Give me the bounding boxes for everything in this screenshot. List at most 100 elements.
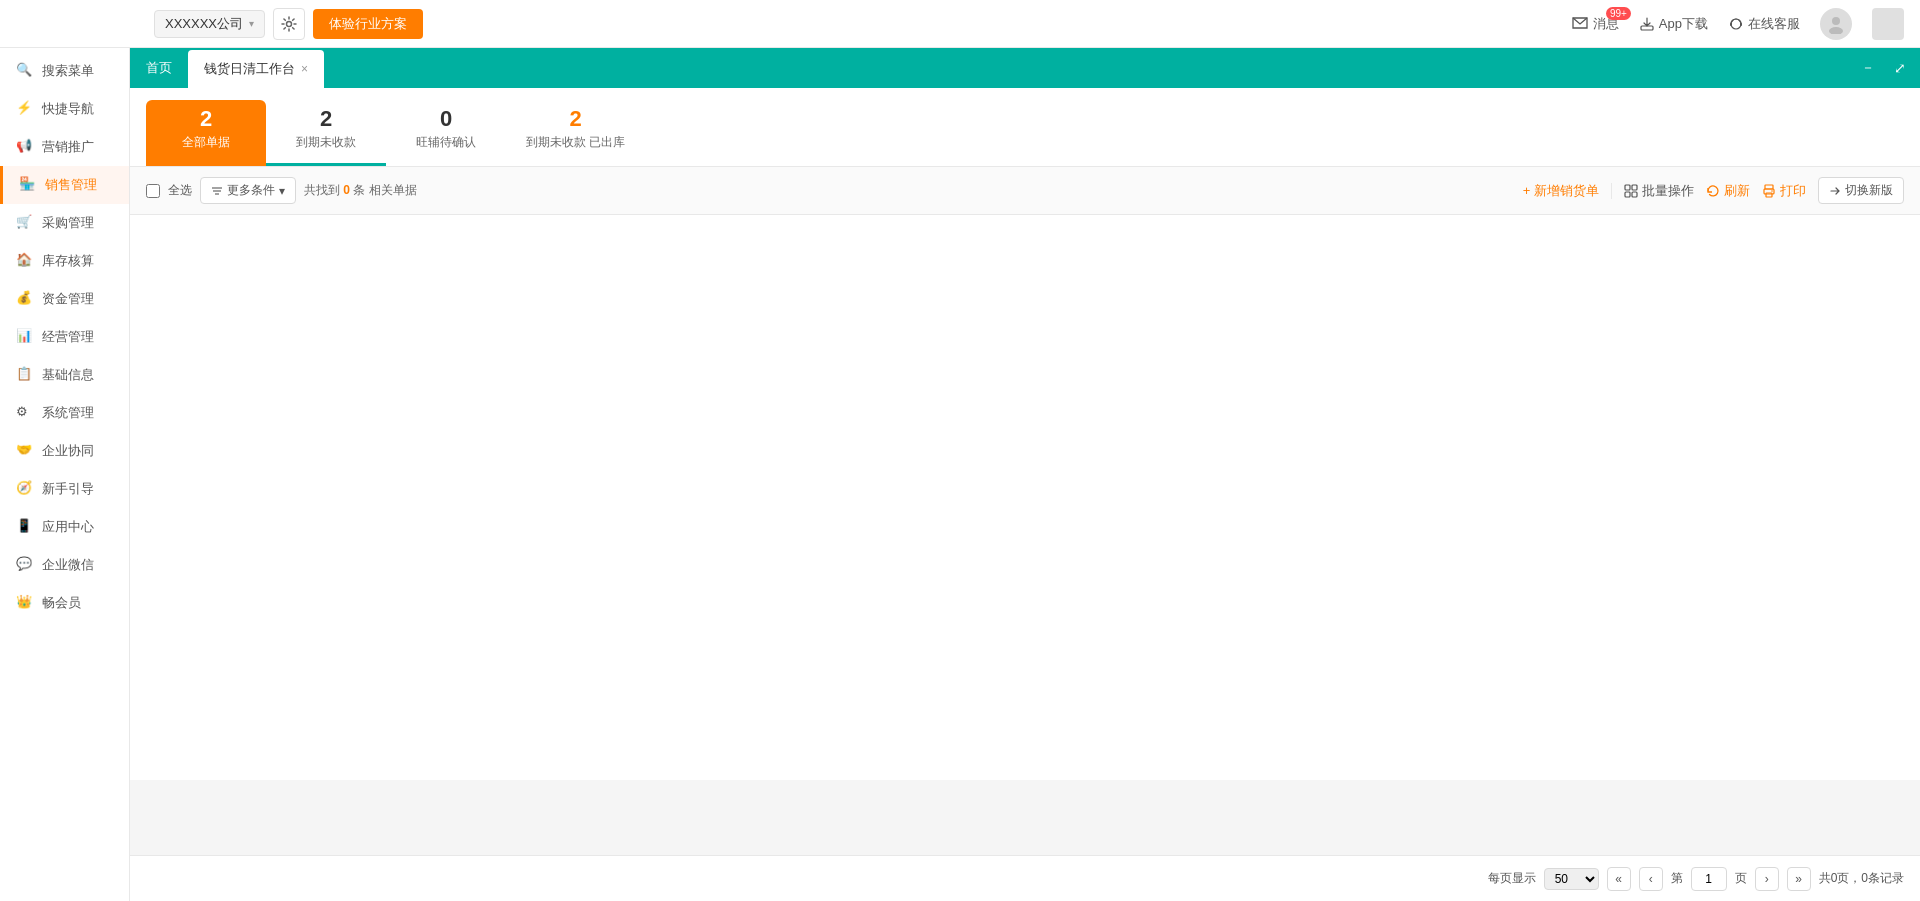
sidebar-item-system[interactable]: ⚙ 系统管理 xyxy=(0,394,129,432)
toolbar-divider xyxy=(1611,183,1612,199)
filter-button[interactable]: 更多条件 ▾ xyxy=(200,177,296,204)
sidebar-label-app-center: 应用中心 xyxy=(42,518,94,536)
sidebar-item-wechat[interactable]: 💬 企业微信 xyxy=(0,546,129,584)
found-text: 共找到 0 条 相关单据 xyxy=(304,182,417,199)
sidebar-item-search-menu[interactable]: 🔍 搜索菜单 xyxy=(0,52,129,90)
next-page-button[interactable]: › xyxy=(1755,867,1779,891)
sidebar-item-cooperation[interactable]: 🤝 企业协同 xyxy=(0,432,129,470)
print-label: 打印 xyxy=(1780,182,1806,200)
user-menu[interactable] xyxy=(1872,8,1904,40)
prev-page-button[interactable]: ‹ xyxy=(1639,867,1663,891)
batch-operation-button[interactable]: 批量操作 xyxy=(1624,182,1694,200)
svg-rect-14 xyxy=(1765,185,1773,189)
page-size-select[interactable]: 50 10 20 100 xyxy=(1544,868,1599,890)
online-service-item[interactable]: 在线客服 xyxy=(1728,15,1800,33)
tab-home-label: 首页 xyxy=(146,59,172,77)
sidebar-label-system: 系统管理 xyxy=(42,404,94,422)
sidebar-item-purchase[interactable]: 🛒 采购管理 xyxy=(0,204,129,242)
switch-label: 切换新版 xyxy=(1845,182,1893,199)
stat-tab-all[interactable]: 2 全部单据 xyxy=(146,100,266,166)
shop-icon: 🏪 xyxy=(19,176,37,194)
svg-point-0 xyxy=(287,21,292,26)
user-icon xyxy=(1826,14,1846,34)
tab-minimize-button[interactable]: － xyxy=(1856,56,1880,80)
tab-close-button[interactable]: × xyxy=(301,62,308,76)
gear-icon xyxy=(281,16,297,32)
pagination-bar: 每页显示 50 10 20 100 « ‹ 第 页 › » 共0页，0条记录 xyxy=(130,855,1920,901)
stat-num-all: 2 xyxy=(166,108,246,130)
member-icon: 👑 xyxy=(16,594,34,612)
stat-label-overdue: 到期未收款 xyxy=(286,134,366,151)
stat-num-overdue: 2 xyxy=(286,108,366,130)
stat-tab-wangfu[interactable]: 0 旺辅待确认 xyxy=(386,100,506,166)
money-icon: 💰 xyxy=(16,290,34,308)
app-icon: 📱 xyxy=(16,518,34,536)
settings-button[interactable] xyxy=(273,8,305,40)
sidebar-item-operations[interactable]: 📊 经营管理 xyxy=(0,318,129,356)
sidebar-item-guide[interactable]: 🧭 新手引导 xyxy=(0,470,129,508)
stat-tab-overdue[interactable]: 2 到期未收款 xyxy=(266,100,386,166)
megaphone-icon: 📢 xyxy=(16,138,34,156)
svg-point-17 xyxy=(1771,190,1773,192)
batch-label: 批量操作 xyxy=(1642,182,1694,200)
warehouse-icon: 🏠 xyxy=(16,252,34,270)
content-area: 2 全部单据 2 到期未收款 0 旺辅待确认 2 到期未收款 已出库 全选 xyxy=(130,88,1920,780)
print-button[interactable]: 打印 xyxy=(1762,182,1806,200)
header-right: 消息 99+ App下载 在线客服 xyxy=(1571,8,1904,40)
wechat-icon: 💬 xyxy=(16,556,34,574)
stat-num-wangfu: 0 xyxy=(406,108,486,130)
toolbar-right: + 新增销货单 批量操作 xyxy=(1523,177,1904,204)
guide-icon: 🧭 xyxy=(16,480,34,498)
sidebar-item-basic-info[interactable]: 📋 基础信息 xyxy=(0,356,129,394)
headset-icon xyxy=(1728,16,1744,32)
sidebar-item-finance[interactable]: 💰 资金管理 xyxy=(0,280,129,318)
select-all-checkbox[interactable] xyxy=(146,184,160,198)
company-selector[interactable]: XXXXXX公司 ▾ xyxy=(154,10,265,38)
page-label: 第 xyxy=(1671,870,1683,887)
svg-rect-3 xyxy=(1730,23,1732,26)
sidebar-item-app-center[interactable]: 📱 应用中心 xyxy=(0,508,129,546)
top-header: XXXXXX公司 ▾ 体验行业方案 消息 99+ App下载 xyxy=(0,0,1920,48)
download-icon xyxy=(1639,16,1655,32)
sidebar-item-inventory[interactable]: 🏠 库存核算 xyxy=(0,242,129,280)
avatar[interactable] xyxy=(1820,8,1852,40)
first-page-button[interactable]: « xyxy=(1607,867,1631,891)
trial-button[interactable]: 体验行业方案 xyxy=(313,9,423,39)
info-icon: 📋 xyxy=(16,366,34,384)
stat-tab-shipped[interactable]: 2 到期未收款 已出库 xyxy=(506,100,645,166)
switch-icon xyxy=(1829,185,1841,197)
sidebar-label-quick-nav: 快捷导航 xyxy=(42,100,94,118)
cart-icon: 🛒 xyxy=(16,214,34,232)
sidebar-item-member[interactable]: 👑 畅会员 xyxy=(0,584,129,622)
tab-work-station[interactable]: 钱货日清工作台 × xyxy=(188,50,324,88)
add-sales-order-button[interactable]: + 新增销货单 xyxy=(1523,182,1599,200)
filter-chevron-icon: ▾ xyxy=(279,184,285,198)
tab-maximize-button[interactable]: ⤢ xyxy=(1888,56,1912,80)
tab-home[interactable]: 首页 xyxy=(130,48,188,88)
search-icon: 🔍 xyxy=(16,62,34,80)
company-name: XXXXXX公司 xyxy=(165,15,243,33)
refresh-icon xyxy=(1706,184,1720,198)
last-page-button[interactable]: » xyxy=(1787,867,1811,891)
page-number-input[interactable] xyxy=(1691,867,1727,891)
switch-new-version-button[interactable]: 切换新版 xyxy=(1818,177,1904,204)
refresh-button[interactable]: 刷新 xyxy=(1706,182,1750,200)
chart-icon: 📊 xyxy=(16,328,34,346)
page-unit-label: 页 xyxy=(1735,870,1747,887)
select-all-label: 全选 xyxy=(168,182,192,199)
print-icon xyxy=(1762,184,1776,198)
svg-rect-12 xyxy=(1625,192,1630,197)
filter-icon xyxy=(211,185,223,197)
batch-icon xyxy=(1624,184,1638,198)
system-icon: ⚙ xyxy=(16,404,34,422)
refresh-label: 刷新 xyxy=(1724,182,1750,200)
sidebar-item-quick-nav[interactable]: ⚡ 快捷导航 xyxy=(0,90,129,128)
message-item[interactable]: 消息 99+ xyxy=(1571,15,1619,33)
app-download-item[interactable]: App下载 xyxy=(1639,15,1708,33)
sidebar-item-sales[interactable]: 🏪 销售管理 xyxy=(0,166,129,204)
sidebar-label-cooperation: 企业协同 xyxy=(42,442,94,460)
sidebar-label-sales: 销售管理 xyxy=(45,176,97,194)
stat-label-wangfu: 旺辅待确认 xyxy=(406,134,486,151)
sidebar-item-marketing[interactable]: 📢 营销推广 xyxy=(0,128,129,166)
message-badge: 99+ xyxy=(1606,7,1631,20)
